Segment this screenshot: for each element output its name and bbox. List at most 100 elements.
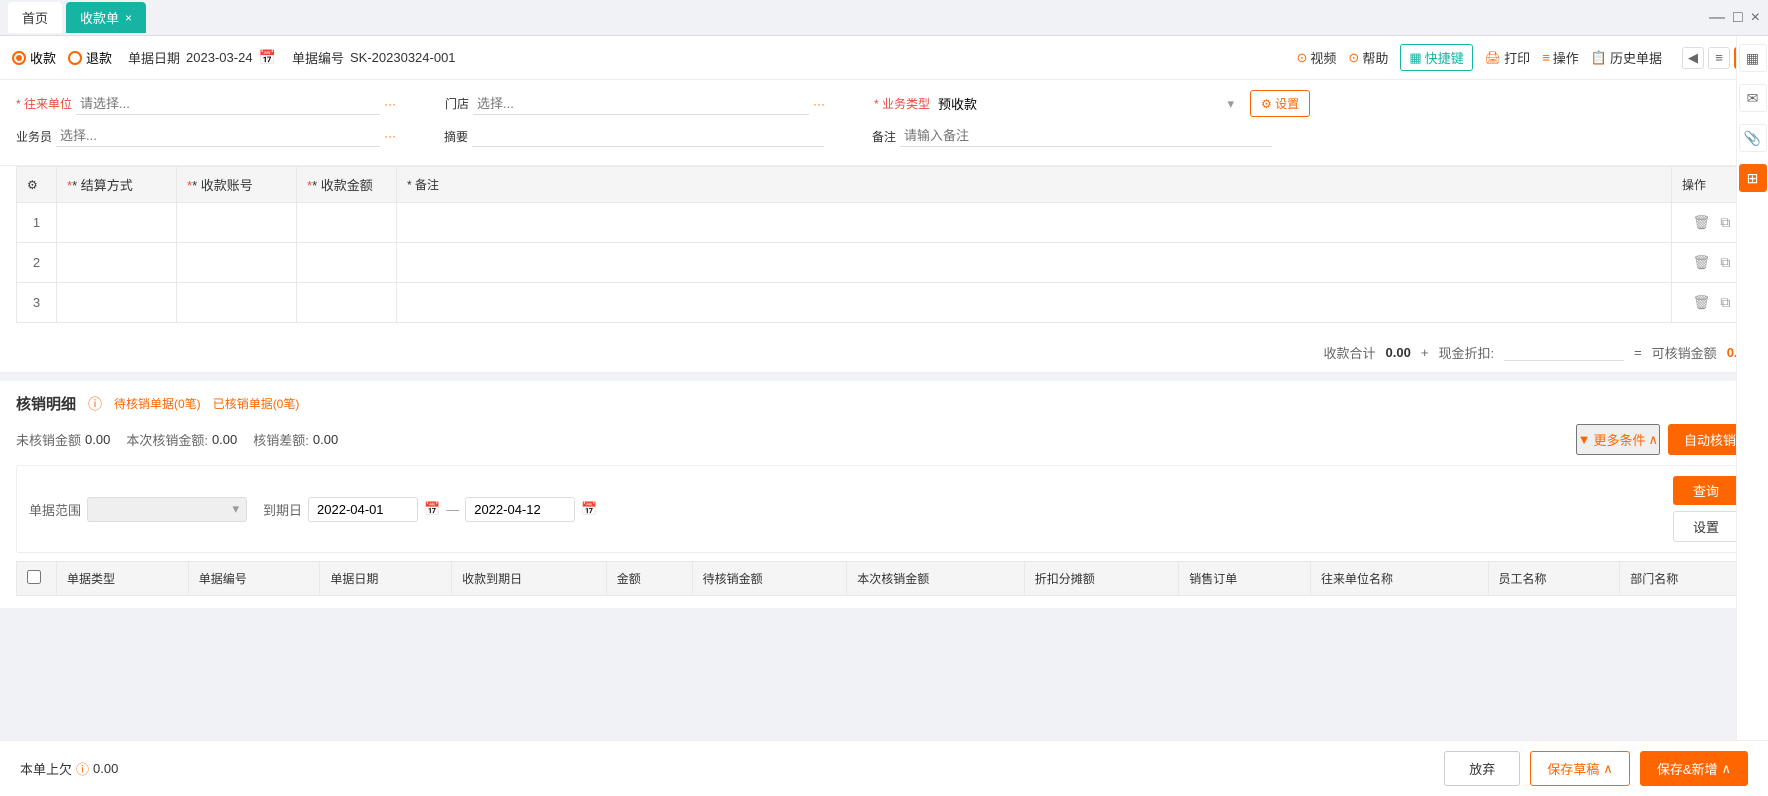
radio-refund[interactable]: 退款 — [68, 48, 112, 67]
cal-to-icon[interactable]: 📅 — [581, 501, 597, 517]
remark-label: 备注 — [872, 128, 896, 145]
date-from-input[interactable] — [308, 497, 418, 522]
form-row-2: 业务员 ··· 摘要 备注 — [16, 125, 1752, 147]
verify-table-header: 单据类型 单据编号 单据日期 收款到期日 金额 待核销金额 本次核销金额 折扣分… — [17, 562, 1752, 596]
verify-col-sales-order-header: 销售订单 — [1179, 562, 1311, 596]
total-val: 0.00 — [1386, 345, 1411, 360]
bottom-info-label: 本单上欠 — [20, 759, 72, 778]
print-icon: 🖨 — [1485, 50, 1502, 66]
row-3-delete-btn[interactable]: 🗑 — [1691, 292, 1713, 313]
store-more-btn[interactable]: ··· — [813, 97, 825, 111]
verify-col-number-header: 单据编号 — [188, 562, 320, 596]
row-2-delete-btn[interactable]: 🗑 — [1691, 252, 1713, 273]
shortcut-btn[interactable]: ▦ 快捷键 — [1400, 44, 1472, 71]
window-minimize-btn[interactable]: — — [1709, 9, 1725, 27]
nav-prev-btn[interactable]: ◀ — [1682, 47, 1704, 69]
range-label: 单据范围 — [29, 500, 81, 519]
counterpart-more-btn[interactable]: ··· — [384, 97, 396, 111]
filter-btn-group: 查询 设置 — [1673, 476, 1739, 542]
ops-btn[interactable]: ≡ 操作 — [1542, 48, 1579, 67]
table-row: 3 🗑 ⧉ — [17, 283, 1752, 323]
bottom-info-icon[interactable]: ⓘ — [76, 759, 89, 778]
remark-input[interactable] — [900, 125, 1272, 147]
row-1-method[interactable] — [57, 203, 177, 243]
toolbar: 收款 退款 单据日期 2023-03-24 📅 单据编号 SK-20230324… — [0, 36, 1768, 80]
verify-col-date-header: 单据日期 — [320, 562, 452, 596]
row-3-account[interactable] — [177, 283, 297, 323]
filter-settings-btn[interactable]: 设置 — [1673, 511, 1739, 542]
counterpart-input[interactable] — [76, 93, 380, 115]
row-3-num: 3 — [17, 283, 57, 323]
current-val: 0.00 — [212, 432, 237, 447]
summary-input[interactable] — [472, 125, 824, 147]
tab-close-icon[interactable]: × — [125, 11, 132, 25]
save-new-btn[interactable]: 保存&新增 ∧ — [1640, 751, 1748, 786]
window-maximize-btn[interactable]: □ — [1733, 9, 1743, 27]
row-2-num: 2 — [17, 243, 57, 283]
right-table-btn[interactable]: ▦ — [1739, 44, 1767, 72]
video-btn[interactable]: ⊙ 视频 — [1297, 48, 1337, 67]
store-input[interactable] — [473, 93, 809, 115]
more-conditions-btn[interactable]: ▼ 更多条件 ∧ — [1576, 424, 1660, 455]
receipt-table-body: 1 🗑 ⧉ 2 � — [17, 203, 1752, 323]
col-method-header: ** 结算方式 — [57, 167, 177, 203]
row-3-copy-btn[interactable]: ⧉ — [1718, 292, 1732, 313]
discard-btn[interactable]: 放弃 — [1444, 751, 1520, 786]
plus-sign: + — [1421, 345, 1429, 360]
salesperson-input[interactable] — [56, 125, 380, 147]
row-2-amount[interactable] — [297, 243, 397, 283]
salesperson-more-btn[interactable]: ··· — [384, 129, 396, 143]
print-btn[interactable]: 🖨 打印 — [1485, 48, 1531, 67]
right-panel: ▦ ✉ 📎 ⊞ — [1736, 36, 1768, 752]
history-btn[interactable]: 📋 历史单据 — [1591, 48, 1662, 67]
range-select-wrapper: ▾ — [87, 497, 247, 522]
row-3-remark[interactable] — [397, 283, 1672, 323]
right-mail-btn[interactable]: ✉ — [1739, 84, 1767, 112]
tab-receipt[interactable]: 收款单 × — [66, 2, 146, 33]
right-screen-btn[interactable]: ⊞ — [1739, 164, 1767, 192]
verify-col-pending-header: 待核销金额 — [692, 562, 847, 596]
save-draft-btn[interactable]: 保存草稿 ∧ — [1530, 751, 1630, 786]
settings-btn[interactable]: ⚙ 设置 — [1250, 90, 1310, 117]
verify-col-amount-header: 金额 — [606, 562, 692, 596]
row-2-account[interactable] — [177, 243, 297, 283]
row-1-account[interactable] — [177, 203, 297, 243]
row-3-amount[interactable] — [297, 283, 397, 323]
unverified-val: 0.00 — [85, 432, 110, 447]
row-1-amount[interactable] — [297, 203, 397, 243]
tab-bar: 首页 收款单 × — □ × — [0, 0, 1768, 36]
help-btn[interactable]: ⊙ 帮助 — [1348, 48, 1388, 67]
verify-info-icon[interactable]: ⓘ — [88, 394, 102, 414]
row-1-delete-btn[interactable]: 🗑 — [1691, 212, 1713, 233]
radio-receipt[interactable]: 收款 — [12, 48, 56, 67]
row-2-method[interactable] — [57, 243, 177, 283]
list-view-btn[interactable]: ≡ — [1708, 47, 1730, 69]
cal-from-icon[interactable]: 📅 — [424, 501, 440, 517]
select-all-checkbox[interactable] — [27, 570, 41, 584]
tab-home[interactable]: 首页 — [8, 2, 62, 33]
due-date-field: 到期日 📅 — 📅 — [263, 497, 597, 522]
remark-field: 备注 — [872, 125, 1272, 147]
done-tab[interactable]: 已核销单据(0笔) — [213, 395, 300, 412]
table-gear-header[interactable]: ⚙ — [17, 167, 57, 203]
row-1-remark[interactable] — [397, 203, 1672, 243]
range-select[interactable] — [87, 497, 247, 522]
query-btn[interactable]: 查询 — [1673, 476, 1739, 505]
due-date-label: 到期日 — [263, 500, 302, 519]
business-type-arrow[interactable]: ▾ — [1227, 96, 1234, 112]
ops-label: 操作 — [1553, 48, 1579, 67]
row-1-copy-btn[interactable]: ⧉ — [1718, 212, 1732, 233]
filter-icon: ▼ — [1578, 432, 1591, 447]
calendar-icon[interactable]: 📅 — [259, 49, 276, 66]
row-3-method[interactable] — [57, 283, 177, 323]
row-2-remark[interactable] — [397, 243, 1672, 283]
shortcut-icon: ▦ — [1409, 50, 1421, 66]
pending-tab[interactable]: 待核销单据(0笔) — [114, 395, 201, 412]
business-type-field: * 业务类型 预收款 ▾ — [874, 91, 1234, 116]
window-close-btn[interactable]: × — [1751, 9, 1760, 27]
date-to-input[interactable] — [465, 497, 575, 522]
row-2-copy-btn[interactable]: ⧉ — [1718, 252, 1732, 273]
right-attach-btn[interactable]: 📎 — [1739, 124, 1767, 152]
store-label: 门店 — [445, 95, 469, 112]
discount-input[interactable] — [1504, 345, 1624, 361]
